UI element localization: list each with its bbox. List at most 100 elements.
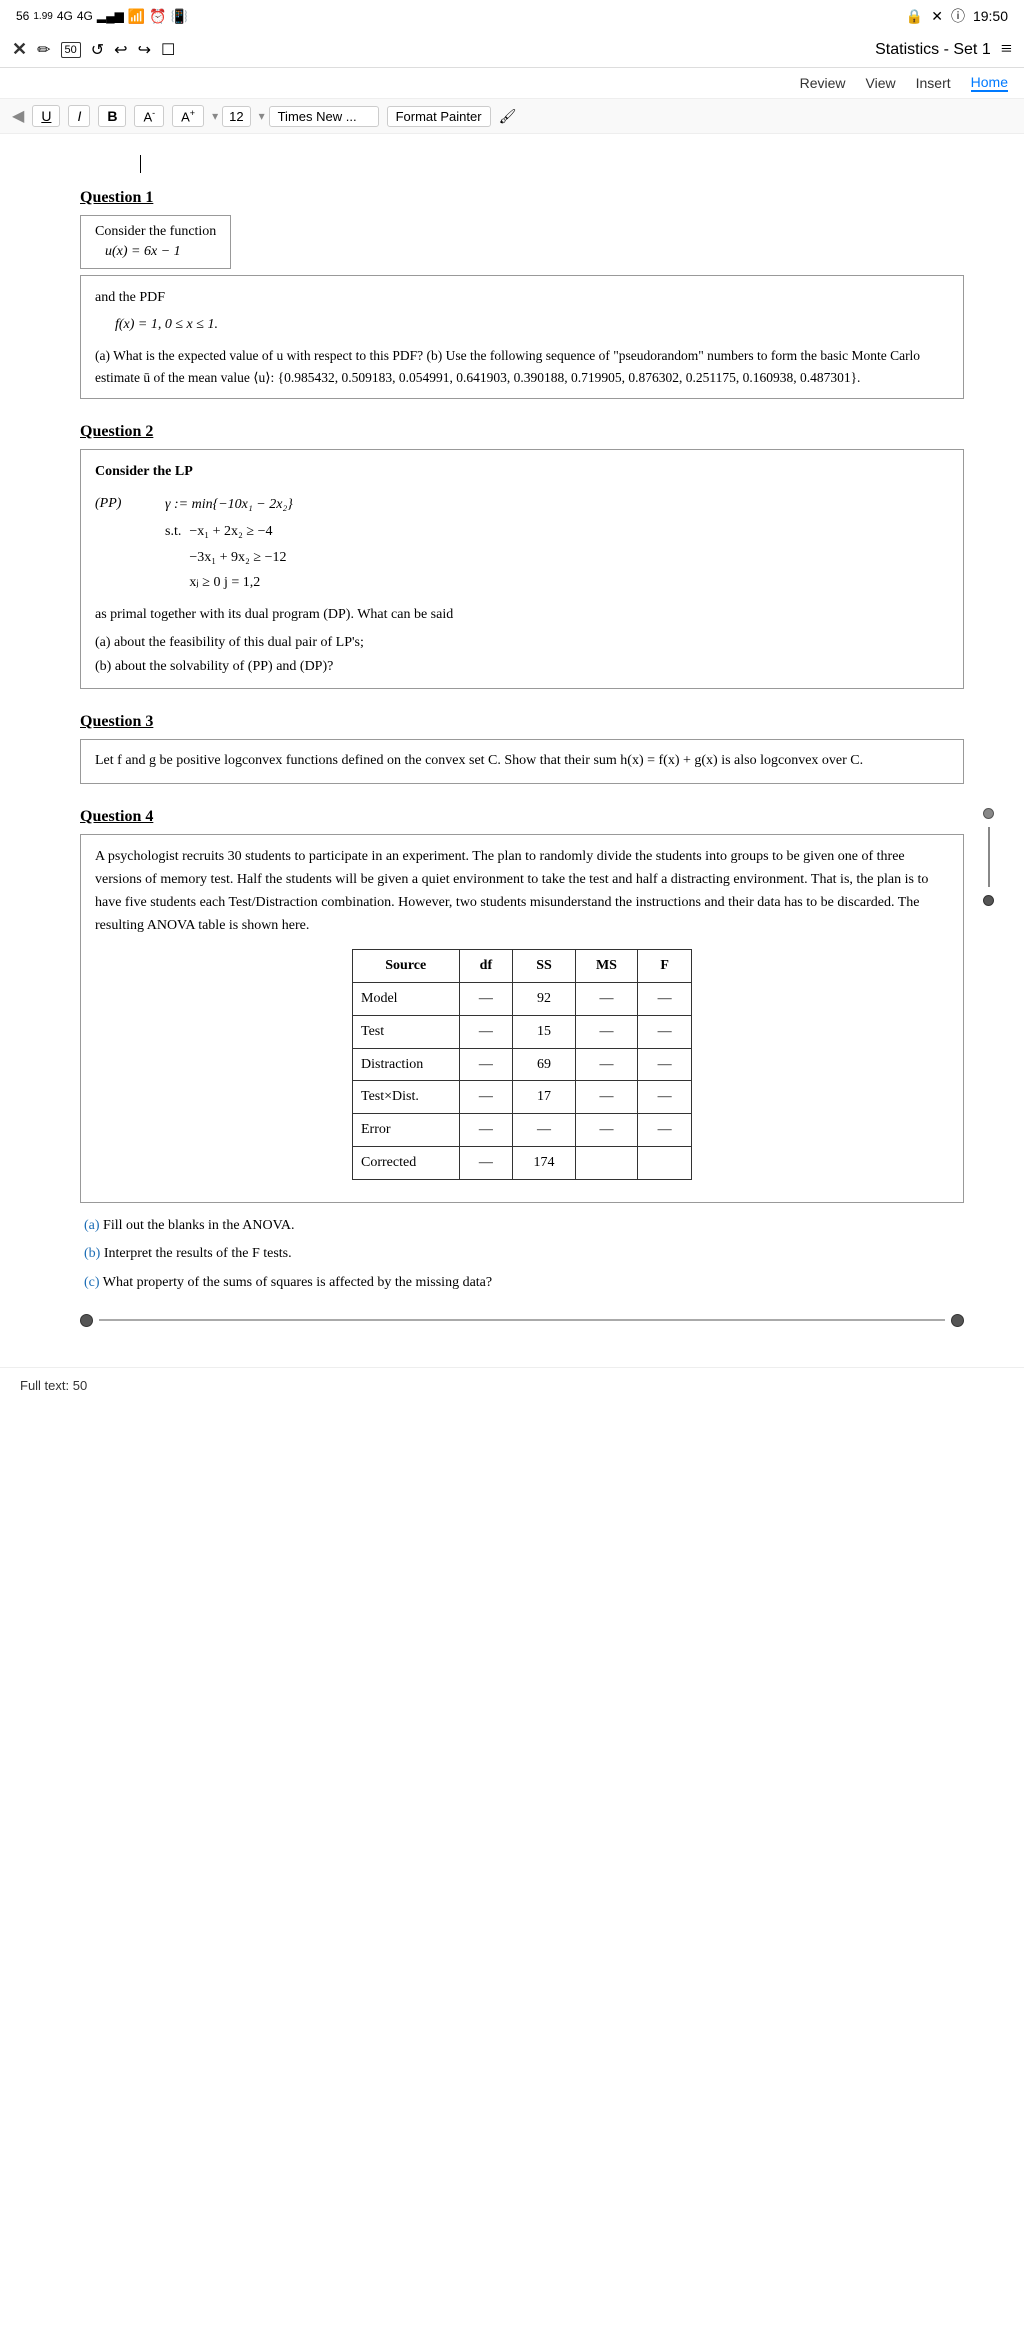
table-header-ms: MS xyxy=(575,950,637,983)
rotate-icon[interactable]: ↺ xyxy=(91,40,104,60)
q4-sub-c-text: What property of the sums of squares is … xyxy=(103,1275,492,1290)
q4-sub-a-text: Fill out the blanks in the ANOVA. xyxy=(103,1218,294,1233)
q2-continuation: as primal together with its dual program… xyxy=(95,603,949,627)
table-cell: — xyxy=(459,982,513,1015)
table-cell: — xyxy=(459,1081,513,1114)
signal-bars: ▂▄▆ xyxy=(97,9,124,23)
underline-button[interactable]: U xyxy=(32,105,60,127)
full-text-label: Full text: 50 xyxy=(20,1378,87,1393)
format-painter-button[interactable]: Format Painter xyxy=(387,106,491,127)
time-display: 19:50 xyxy=(973,8,1008,24)
redo-button[interactable]: ↪ xyxy=(138,40,151,60)
q1-subtext: (a) What is the expected value of u with… xyxy=(95,345,949,388)
table-header-df: df xyxy=(459,950,513,983)
table-cell: 17 xyxy=(513,1081,575,1114)
q1-pdf-formula: f(x) = 1, 0 ≤ x ≤ 1. xyxy=(115,313,949,337)
font-size-selector[interactable]: 12 xyxy=(222,106,250,127)
data-speed: 1.99 xyxy=(33,11,52,22)
scrollbar-line xyxy=(988,827,990,887)
table-header-ss: SS xyxy=(513,950,575,983)
grow-font-button[interactable]: A+ xyxy=(172,105,204,127)
q4-sub-c: (c) What property of the sums of squares… xyxy=(84,1272,964,1294)
toolbar-row1: ✕ ✏ 50 ↺ ↩ ↪ ☐ Statistics - Set 1 ≡ xyxy=(0,32,1024,68)
menu-review[interactable]: Review xyxy=(800,75,846,91)
question-1-heading: Question 1 xyxy=(80,189,964,207)
table-cell: 69 xyxy=(513,1048,575,1081)
q4-sub-b: (b) Interpret the results of the F tests… xyxy=(84,1243,964,1265)
page-count-box: 50 xyxy=(61,42,81,58)
q2-part-a: (a) about the feasibility of this dual p… xyxy=(95,631,949,655)
q2-constraint-3: xⱼ ≥ 0 j = 1,2 xyxy=(189,570,286,595)
q4-sub-a-label: (a) xyxy=(84,1218,100,1233)
table-row: Distraction — 69 — — xyxy=(353,1048,692,1081)
table-cell: — xyxy=(638,1081,692,1114)
q4-sub-b-text: Interpret the results of the F tests. xyxy=(104,1246,292,1261)
table-row: Corrected — 174 xyxy=(353,1146,692,1179)
q2-pp-label: (PP) xyxy=(95,492,145,516)
network-4g1: 4G xyxy=(57,9,73,23)
bottom-bar: Full text: 50 xyxy=(0,1367,1024,1403)
pencil-icon[interactable]: ✏ xyxy=(37,40,50,60)
q1-consider-label: Consider the function xyxy=(95,224,216,240)
format-toolbar: ◀ U I B A- A+ ▾ 12 ▾ Times New ... Forma… xyxy=(0,99,1024,134)
table-header-source: Source xyxy=(353,950,460,983)
scroll-dot-top xyxy=(983,808,994,819)
menu-row: Review View Insert Home xyxy=(0,68,1024,99)
q4-body-text: A psychologist recruits 30 students to p… xyxy=(95,845,949,937)
italic-button[interactable]: I xyxy=(68,105,90,127)
q4-sub-c-label: (c) xyxy=(84,1275,100,1290)
table-cell: — xyxy=(459,1048,513,1081)
table-header-f: F xyxy=(638,950,692,983)
question-3-box: Let f and g be positive logconvex functi… xyxy=(80,739,964,783)
table-cell: Test×Dist. xyxy=(353,1081,460,1114)
table-cell: — xyxy=(575,1081,637,1114)
scroll-dot-mid xyxy=(983,895,994,906)
close-button[interactable]: ✕ xyxy=(12,39,27,60)
menu-home[interactable]: Home xyxy=(971,74,1008,92)
question-1-inner-box: Consider the function u(x) = 6x − 1 xyxy=(80,215,231,269)
q2-part-b: (b) about the solvability of (PP) and (D… xyxy=(95,655,949,679)
document-area: Question 1 Consider the function u(x) = … xyxy=(0,134,1024,1367)
format-painter-icon: 🖌 xyxy=(499,108,517,125)
font-name-selector[interactable]: Times New ... xyxy=(269,106,379,127)
question-1-section: Question 1 Consider the function u(x) = … xyxy=(80,189,964,400)
table-cell: — xyxy=(638,1015,692,1048)
alarm-icon: ⏰ xyxy=(149,8,166,25)
menu-insert[interactable]: Insert xyxy=(916,75,951,91)
status-left: 56 1.99 4G 4G ▂▄▆ 📶 ⏰ 📳 xyxy=(16,8,188,25)
table-cell: — xyxy=(459,1015,513,1048)
table-row: Model — 92 — — xyxy=(353,982,692,1015)
undo-button[interactable]: ↩ xyxy=(114,40,127,60)
question-3-heading: Question 3 xyxy=(80,713,964,731)
view-icon[interactable]: ☐ xyxy=(161,40,175,60)
table-cell: — xyxy=(575,1015,637,1048)
lock-icon: 🔒 xyxy=(906,8,923,25)
menu-view[interactable]: View xyxy=(866,75,896,91)
toolbar-left: ✕ ✏ 50 ↺ ↩ ↪ ☐ xyxy=(12,39,175,60)
bold-button[interactable]: B xyxy=(98,105,126,127)
hamburger-menu[interactable]: ≡ xyxy=(1001,38,1012,61)
table-cell: Corrected xyxy=(353,1146,460,1179)
q2-st: s.t. xyxy=(165,519,181,595)
table-cell: 15 xyxy=(513,1015,575,1048)
wifi-icon: 📶 xyxy=(128,8,145,25)
q2-consider-label: Consider the LP xyxy=(95,460,949,484)
q2-lp-content: γ := min{−10x₁ − 2x₂} s.t. −x₁ + 2x₂ ≥ −… xyxy=(165,492,293,595)
question-2-heading: Question 2 xyxy=(80,423,964,441)
q4-sub-a: (a) Fill out the blanks in the ANOVA. xyxy=(84,1215,964,1237)
table-cell: — xyxy=(638,1048,692,1081)
question-2-box: Consider the LP (PP) γ := min{−10x₁ − 2x… xyxy=(80,449,964,689)
info-icon: ⓘ xyxy=(951,6,965,26)
network-4g2: 4G xyxy=(77,9,93,23)
question-4-section: Question 4 A psychologist recruits 30 st… xyxy=(80,808,964,1327)
table-cell: Test xyxy=(353,1015,460,1048)
bottom-scroll-line xyxy=(99,1319,945,1321)
text-cursor xyxy=(140,154,964,172)
q3-text: Let f and g be positive logconvex functi… xyxy=(95,750,949,772)
question-4-heading: Question 4 xyxy=(80,808,964,826)
table-row: Test — 15 — — xyxy=(353,1015,692,1048)
shrink-font-button[interactable]: A- xyxy=(134,105,164,127)
q1-formula: u(x) = 6x − 1 xyxy=(95,244,216,260)
table-cell: — xyxy=(575,1114,637,1147)
table-row: Error — — — — xyxy=(353,1114,692,1147)
